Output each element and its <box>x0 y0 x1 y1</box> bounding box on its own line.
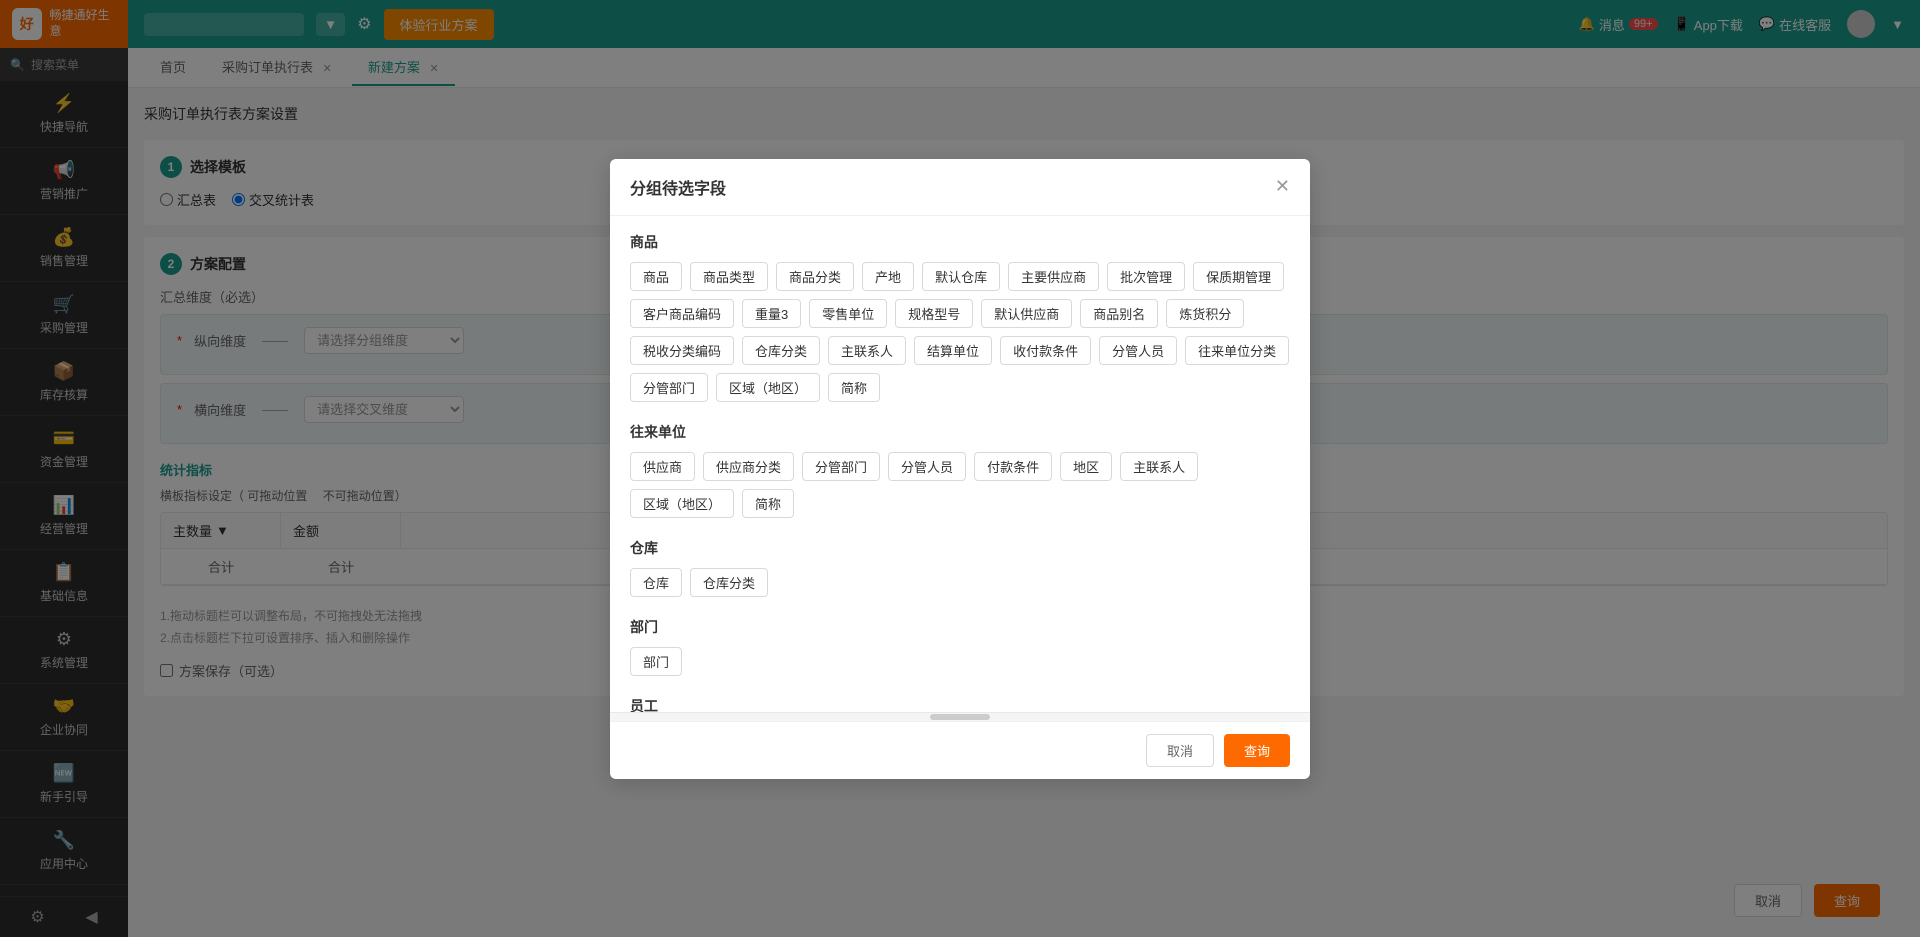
field-tags-partner: 供应商 供应商分类 分管部门 分管人员 付款条件 地区 主联系人 区域（地区） … <box>630 452 1290 518</box>
field-tag[interactable]: 重量3 <box>742 299 801 328</box>
modal-header: 分组待选字段 ✕ <box>610 159 1310 216</box>
field-tag[interactable]: 结算单位 <box>914 336 992 365</box>
field-tag[interactable]: 仓库 <box>630 568 682 597</box>
field-tag[interactable]: 商品类型 <box>690 262 768 291</box>
modal-footer: 取消 查询 <box>610 721 1310 779</box>
field-section-goods-title: 商品 <box>630 232 1290 252</box>
field-tag[interactable]: 部门 <box>630 647 682 676</box>
field-tag[interactable]: 区域（地区） <box>716 373 820 402</box>
field-section-staff: 员工 业务员 <box>630 696 1290 712</box>
modal-horizontal-scrollbar[interactable] <box>610 712 1310 721</box>
field-tags-warehouse: 仓库 仓库分类 <box>630 568 1290 597</box>
field-tag[interactable]: 炼货积分 <box>1166 299 1244 328</box>
field-section-warehouse-title: 仓库 <box>630 538 1290 558</box>
field-tag[interactable]: 保质期管理 <box>1193 262 1284 291</box>
field-tag[interactable]: 客户商品编码 <box>630 299 734 328</box>
field-tag[interactable]: 分管人员 <box>888 452 966 481</box>
field-tag[interactable]: 规格型号 <box>895 299 973 328</box>
field-tag[interactable]: 默认供应商 <box>981 299 1072 328</box>
field-section-partner-title: 往来单位 <box>630 422 1290 442</box>
field-tag[interactable]: 商品别名 <box>1080 299 1158 328</box>
modal-close-button[interactable]: ✕ <box>1275 176 1290 197</box>
field-section-dept-title: 部门 <box>630 617 1290 637</box>
modal-title: 分组待选字段 <box>630 175 726 199</box>
field-section-staff-title: 员工 <box>630 696 1290 712</box>
field-tag[interactable]: 简称 <box>742 489 794 518</box>
field-tag[interactable]: 主联系人 <box>1120 452 1198 481</box>
field-tag[interactable]: 收付款条件 <box>1000 336 1091 365</box>
field-tag[interactable]: 默认仓库 <box>922 262 1000 291</box>
field-tag[interactable]: 商品 <box>630 262 682 291</box>
field-tag[interactable]: 供应商分类 <box>703 452 794 481</box>
field-tag[interactable]: 商品分类 <box>776 262 854 291</box>
field-section-dept: 部门 部门 <box>630 617 1290 676</box>
field-section-partner: 往来单位 供应商 供应商分类 分管部门 分管人员 付款条件 地区 主联系人 区域… <box>630 422 1290 518</box>
field-tags-dept: 部门 <box>630 647 1290 676</box>
field-tag[interactable]: 批次管理 <box>1107 262 1185 291</box>
field-tag[interactable]: 仓库分类 <box>690 568 768 597</box>
field-selection-modal: 分组待选字段 ✕ 商品 商品 商品类型 商品分类 产地 默认仓库 主要供应商 批… <box>610 159 1310 779</box>
field-tag[interactable]: 产地 <box>862 262 914 291</box>
field-tag[interactable]: 主要供应商 <box>1008 262 1099 291</box>
field-tag[interactable]: 付款条件 <box>974 452 1052 481</box>
modal-confirm-button[interactable]: 查询 <box>1224 734 1290 767</box>
field-section-goods: 商品 商品 商品类型 商品分类 产地 默认仓库 主要供应商 批次管理 保质期管理… <box>630 232 1290 402</box>
field-tag[interactable]: 税收分类编码 <box>630 336 734 365</box>
field-tag[interactable]: 供应商 <box>630 452 695 481</box>
field-tag[interactable]: 零售单位 <box>809 299 887 328</box>
field-tag[interactable]: 简称 <box>828 373 880 402</box>
field-tag[interactable]: 区域（地区） <box>630 489 734 518</box>
field-tag[interactable]: 仓库分类 <box>742 336 820 365</box>
modal-cancel-button[interactable]: 取消 <box>1146 734 1214 767</box>
field-tag[interactable]: 分管人员 <box>1099 336 1177 365</box>
field-tags-goods: 商品 商品类型 商品分类 产地 默认仓库 主要供应商 批次管理 保质期管理 客户… <box>630 262 1290 402</box>
modal-body: 商品 商品 商品类型 商品分类 产地 默认仓库 主要供应商 批次管理 保质期管理… <box>610 216 1310 712</box>
modal-overlay: 分组待选字段 ✕ 商品 商品 商品类型 商品分类 产地 默认仓库 主要供应商 批… <box>0 0 1920 937</box>
field-tag[interactable]: 分管部门 <box>802 452 880 481</box>
field-tag[interactable]: 主联系人 <box>828 336 906 365</box>
field-section-warehouse: 仓库 仓库 仓库分类 <box>630 538 1290 597</box>
field-tag[interactable]: 地区 <box>1060 452 1112 481</box>
field-tag[interactable]: 往来单位分类 <box>1185 336 1289 365</box>
field-tag[interactable]: 分管部门 <box>630 373 708 402</box>
